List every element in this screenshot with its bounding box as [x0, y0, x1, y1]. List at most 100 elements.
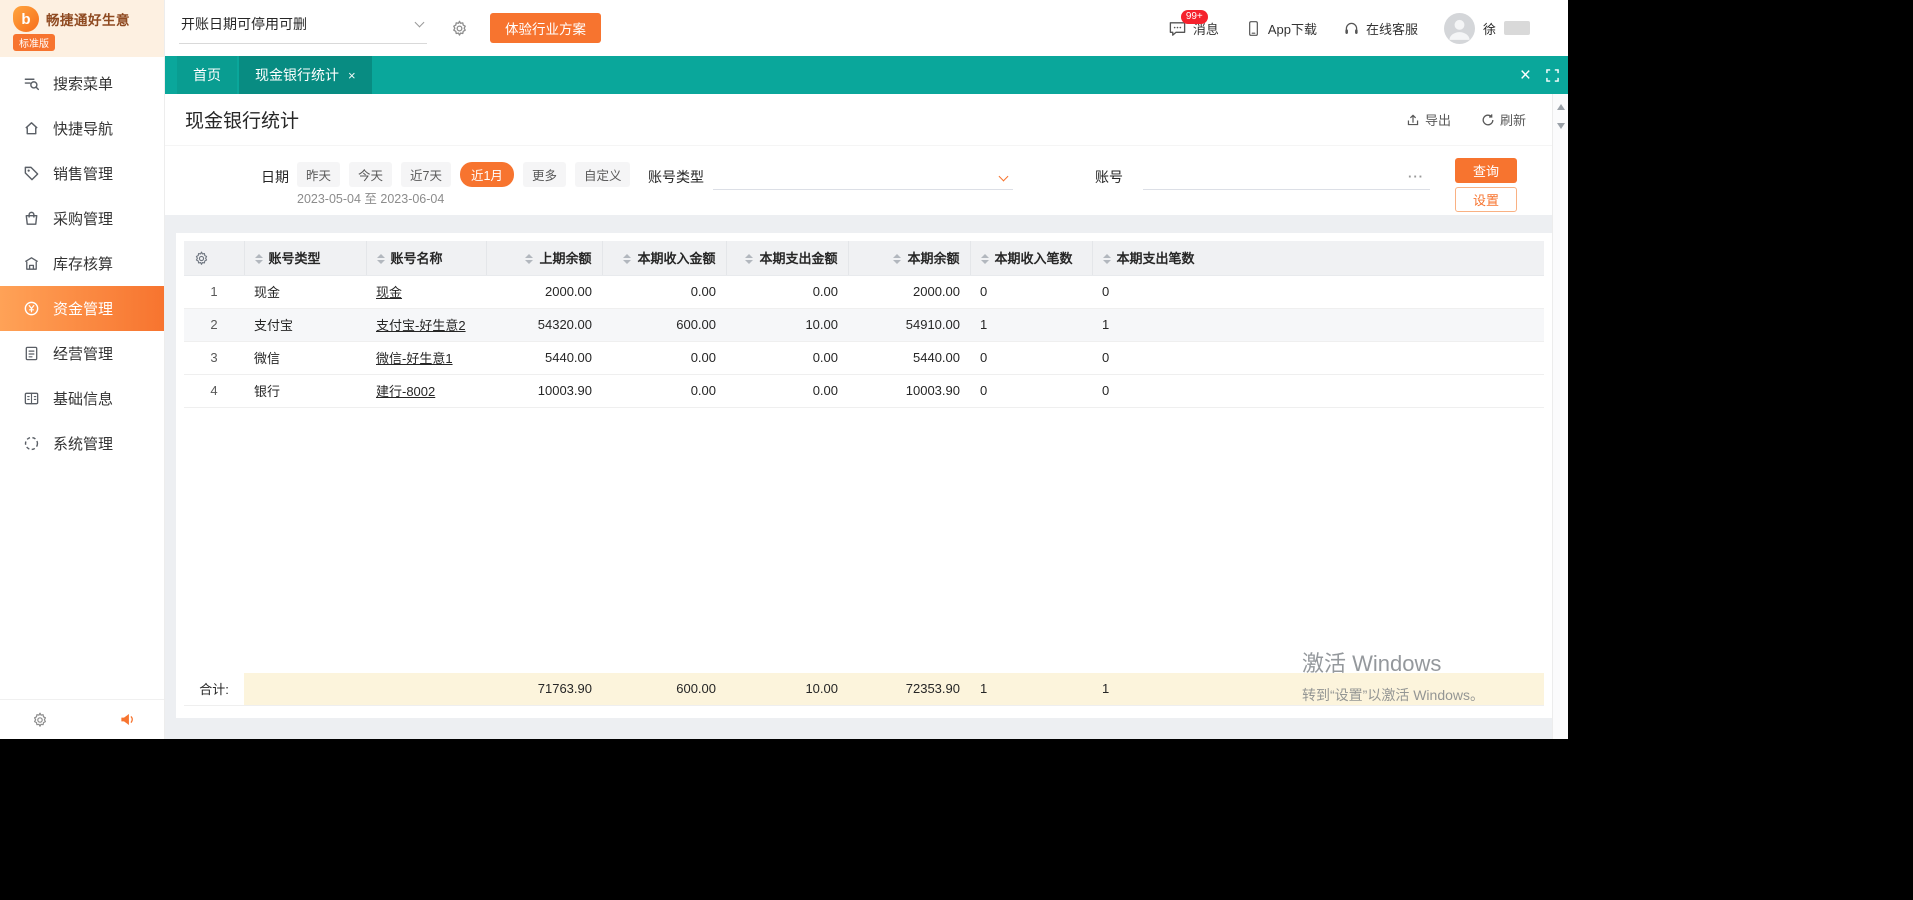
chevron-down-icon	[414, 17, 425, 27]
cell-expense-count: 0	[1092, 341, 1544, 375]
account-name-link[interactable]: 微信-好生意1	[376, 351, 453, 366]
date-option-yesterday[interactable]: 昨天	[297, 162, 341, 187]
sort-icon	[893, 254, 902, 265]
sidebar-item-sales[interactable]: 销售管理	[0, 151, 164, 196]
settings-button[interactable]: 设置	[1455, 187, 1517, 212]
app-download-button[interactable]: App下载	[1245, 19, 1317, 38]
tabbar-actions: ×	[1520, 56, 1568, 94]
column-header-income-count[interactable]: 本期收入笔数	[970, 241, 1093, 276]
account-name-link[interactable]: 支付宝-好生意2	[376, 318, 466, 333]
date-option-last7days[interactable]: 近7天	[401, 162, 451, 187]
account-input[interactable]: ···	[1143, 158, 1430, 190]
column-header-account-name[interactable]: 账号名称	[366, 241, 487, 276]
sidebar-item-label: 资金管理	[53, 301, 114, 318]
panel-gap	[165, 215, 1568, 233]
gear-icon[interactable]	[451, 20, 468, 37]
sort-icon	[623, 254, 632, 265]
sidebar-item-purchase[interactable]: 采购管理	[0, 196, 164, 241]
table-row: 2 支付宝 支付宝-好生意2 54320.00 600.00 10.00 549…	[184, 308, 1544, 342]
tab-label: 首页	[193, 67, 221, 83]
row-index: 2	[184, 308, 244, 342]
cell-balance: 54910.00	[848, 308, 970, 342]
tab-home[interactable]: 首页	[177, 56, 237, 94]
username: 徐	[1482, 21, 1496, 37]
date-filter-label: 日期	[261, 169, 289, 185]
cell-account-type: 支付宝	[244, 308, 366, 342]
tab-bar: 首页 现金银行统计 × ×	[165, 56, 1568, 94]
cell-account-type: 银行	[244, 374, 366, 408]
online-service-button[interactable]: 在线客服	[1343, 19, 1418, 38]
date-option-custom[interactable]: 自定义	[574, 162, 631, 187]
avatar	[1443, 12, 1475, 44]
sidebar-item-basic-info[interactable]: 基础信息	[0, 376, 164, 421]
totals-table: 合计: 71763.90 600.00 10.00 72353.90 1 1	[184, 672, 1544, 706]
edition-badge: 标准版	[13, 34, 55, 51]
sidebar-item-system[interactable]: 系统管理	[0, 421, 164, 466]
column-header-balance[interactable]: 本期余额	[848, 241, 971, 276]
cell-balance: 5440.00	[848, 341, 970, 375]
date-range-value: 2023-05-04 至 2023-06-04	[297, 192, 445, 206]
row-index: 4	[184, 374, 244, 408]
date-option-today[interactable]: 今天	[349, 162, 393, 187]
scroll-up-icon[interactable]	[1556, 104, 1565, 110]
export-button[interactable]: 导出	[1406, 110, 1451, 129]
column-header-expense-count[interactable]: 本期支出笔数	[1092, 241, 1544, 276]
chevron-down-icon	[998, 171, 1009, 182]
column-header-label: 账号名称	[390, 251, 443, 267]
scroll-down-icon[interactable]	[1556, 123, 1565, 129]
cell-expense-amount: 0.00	[726, 374, 848, 408]
user-menu[interactable]: 徐	[1443, 12, 1530, 44]
tab-label: 现金银行统计	[255, 67, 339, 83]
column-header-label: 本期支出笔数	[1116, 251, 1195, 267]
cell-expense-amount: 10.00	[726, 308, 848, 342]
cell-account-type: 现金	[244, 275, 366, 309]
close-icon[interactable]: ×	[1520, 66, 1531, 85]
cell-prev-balance: 54320.00	[486, 308, 602, 342]
gear-icon[interactable]	[32, 712, 48, 728]
account-set-select[interactable]: 开账日期可停用可删	[179, 12, 427, 44]
column-header-expense-amount[interactable]: 本期支出金额	[726, 241, 849, 276]
table-row: 4 银行 建行-8002 10003.90 0.00 0.00 10003.90…	[184, 374, 1544, 408]
date-option-more[interactable]: 更多	[522, 162, 566, 187]
account-name-link[interactable]: 建行-8002	[376, 384, 435, 399]
close-icon[interactable]: ×	[348, 68, 356, 83]
sidebar-item-label: 库存核算	[53, 256, 114, 273]
messages-button[interactable]: 99+ 消息	[1168, 9, 1219, 38]
column-settings-button[interactable]	[184, 241, 245, 276]
refresh-button[interactable]: 刷新	[1481, 110, 1526, 129]
total-empty	[244, 672, 366, 706]
column-header-account-type[interactable]: 账号类型	[244, 241, 367, 276]
cash-bank-table: 账号类型 账号名称 上期余额 本期收入金额 本期支出金额 本期余额 本期收入笔数…	[184, 241, 1544, 408]
query-button[interactable]: 查询	[1455, 158, 1517, 183]
table-row: 1 现金 现金 2000.00 0.00 0.00 2000.00 0 0	[184, 275, 1544, 309]
sidebar-item-quick-nav[interactable]: 快捷导航	[0, 106, 164, 151]
cell-prev-balance: 5440.00	[486, 341, 602, 375]
total-empty	[366, 672, 486, 706]
trial-plan-button[interactable]: 体验行业方案	[490, 13, 601, 43]
sidebar-item-search-menu[interactable]: 搜索菜单	[0, 61, 164, 106]
cell-income-count: 0	[970, 275, 1092, 309]
ellipsis-icon[interactable]: ···	[1408, 170, 1424, 183]
brand-area: b 畅捷通好生意 标准版	[0, 0, 164, 57]
column-header-label: 本期余额	[907, 251, 960, 267]
column-header-prev-balance[interactable]: 上期余额	[486, 241, 603, 276]
sidebar: b 畅捷通好生意 标准版 搜索菜单 快捷导航 销售管理 采购管理 库存核算 资金…	[0, 0, 165, 739]
date-option-last-month[interactable]: 近1月	[459, 162, 514, 187]
cell-income-amount: 0.00	[602, 341, 726, 375]
account-name-link[interactable]: 现金	[376, 285, 402, 300]
sidebar-item-inventory[interactable]: 库存核算	[0, 241, 164, 286]
sidebar-item-business[interactable]: 经营管理	[0, 331, 164, 376]
fullscreen-icon[interactable]	[1546, 68, 1559, 82]
sidebar-item-funds[interactable]: 资金管理	[0, 286, 164, 331]
tab-cash-bank-stats[interactable]: 现金银行统计 ×	[239, 56, 372, 94]
megaphone-icon[interactable]	[119, 711, 136, 728]
sort-icon	[376, 254, 386, 265]
app-window: b 畅捷通好生意 标准版 搜索菜单 快捷导航 销售管理 采购管理 库存核算 资金…	[0, 0, 1568, 739]
scrollbar[interactable]	[1552, 94, 1568, 739]
brand-logo-icon: b	[13, 6, 39, 32]
account-type-select[interactable]	[713, 158, 1013, 190]
column-header-income-amount[interactable]: 本期收入金额	[602, 241, 727, 276]
cell-expense-amount: 0.00	[726, 341, 848, 375]
shopping-bag-icon	[22, 210, 40, 228]
column-header-label: 本期支出金额	[759, 251, 838, 267]
